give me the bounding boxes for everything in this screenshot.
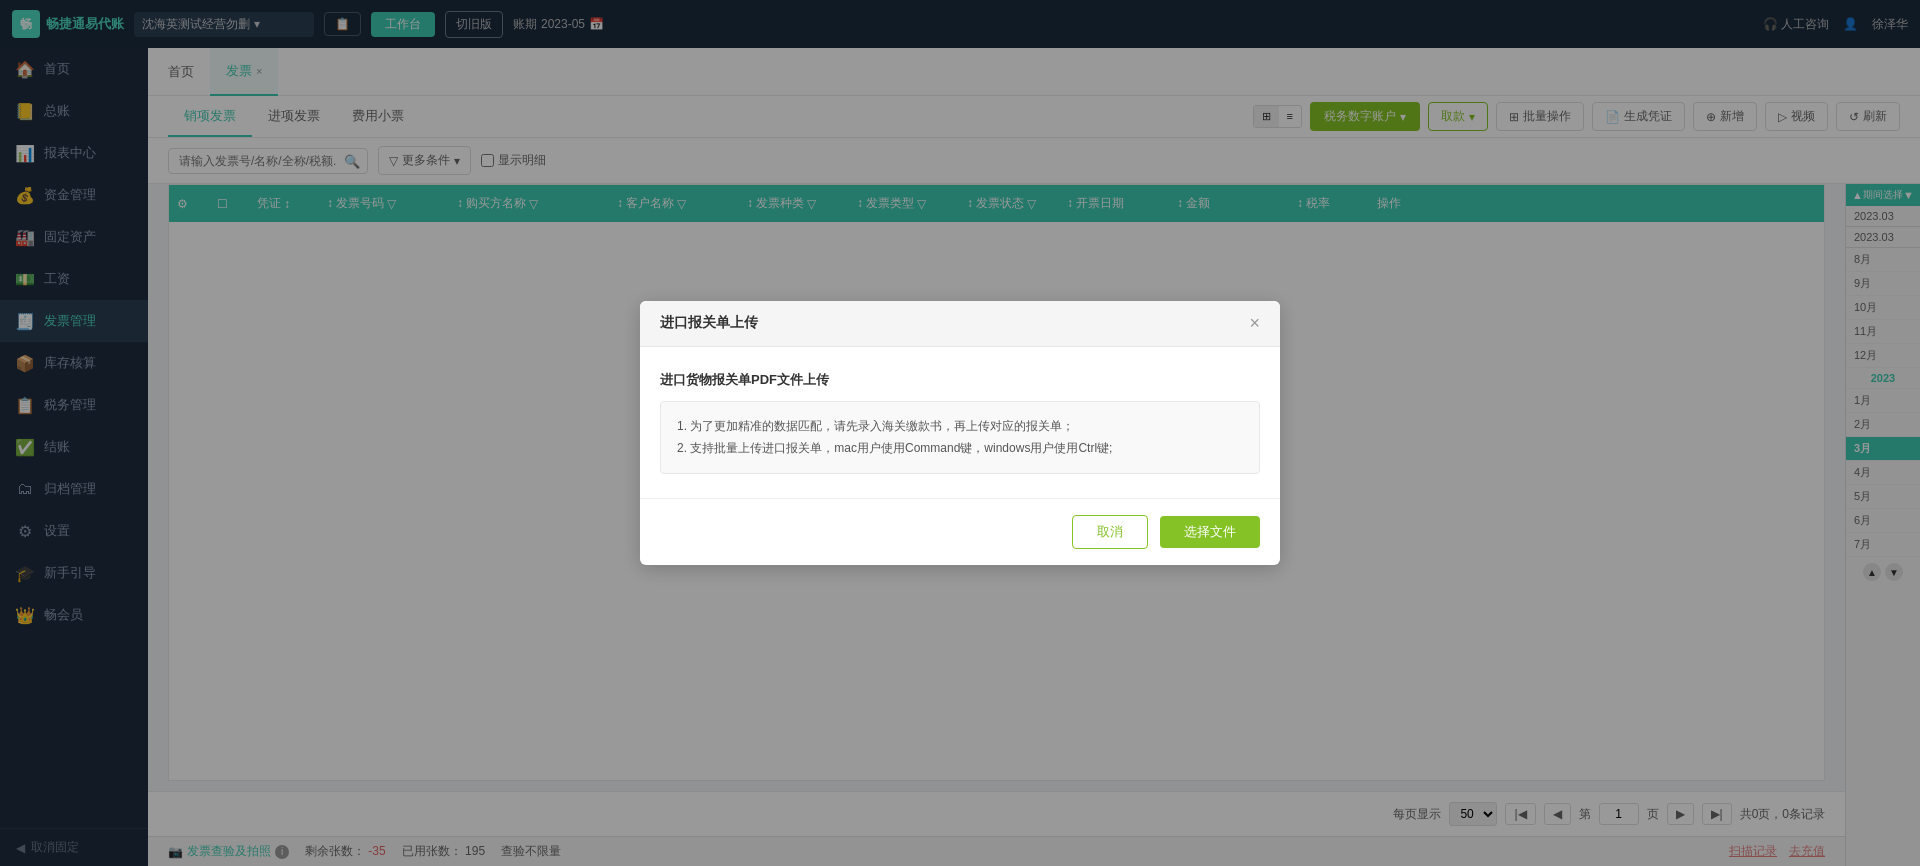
modal-title: 进口报关单上传: [660, 314, 758, 332]
modal-header: 进口报关单上传 ×: [640, 301, 1280, 347]
modal-select-file-btn[interactable]: 选择文件: [1160, 516, 1260, 548]
modal-info-box: 1. 为了更加精准的数据匹配，请先录入海关缴款书，再上传对应的报关单； 2. 支…: [660, 401, 1260, 474]
modal-footer: 取消 选择文件: [640, 498, 1280, 565]
modal-overlay: 进口报关单上传 × 进口货物报关单PDF文件上传 1. 为了更加精准的数据匹配，…: [0, 0, 1920, 866]
modal-section-title: 进口货物报关单PDF文件上传: [660, 371, 1260, 389]
modal-close-btn[interactable]: ×: [1249, 313, 1260, 334]
modal-info-item-1: 1. 为了更加精准的数据匹配，请先录入海关缴款书，再上传对应的报关单；: [677, 416, 1243, 438]
import-customs-modal: 进口报关单上传 × 进口货物报关单PDF文件上传 1. 为了更加精准的数据匹配，…: [640, 301, 1280, 565]
modal-info-item-2: 2. 支持批量上传进口报关单，mac用户使用Command键，windows用户…: [677, 438, 1243, 460]
modal-cancel-btn[interactable]: 取消: [1072, 515, 1148, 549]
modal-body: 进口货物报关单PDF文件上传 1. 为了更加精准的数据匹配，请先录入海关缴款书，…: [640, 347, 1280, 498]
